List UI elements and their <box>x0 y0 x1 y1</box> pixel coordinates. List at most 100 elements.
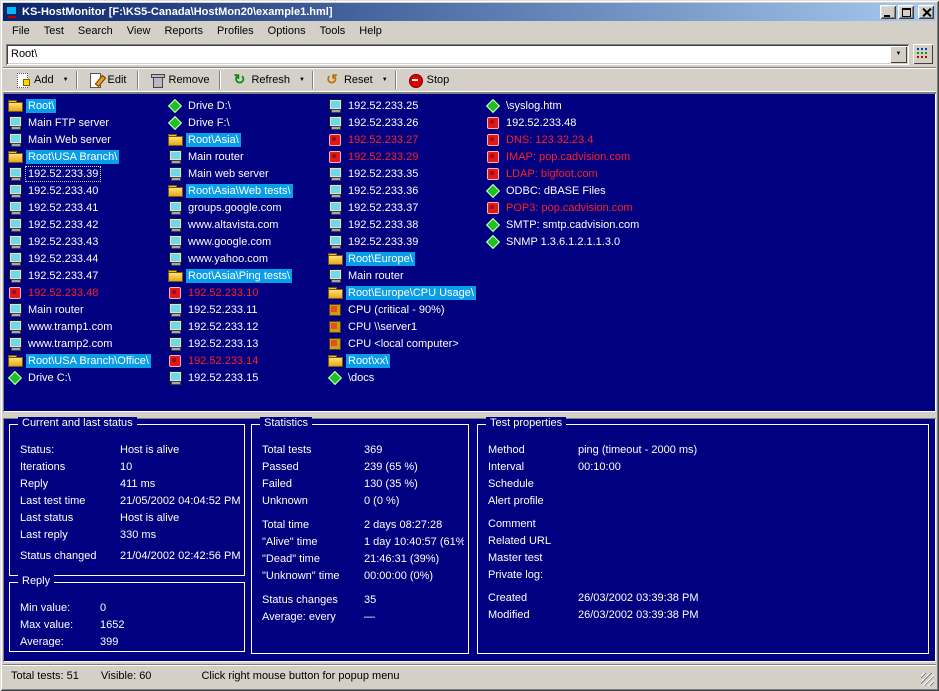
stop-button[interactable]: Stop <box>401 69 456 91</box>
field-row: Methodping (timeout - 2000 ms) <box>488 441 924 458</box>
tree-item[interactable]: 192.52.233.42 <box>5 216 165 233</box>
path-combo-input[interactable] <box>6 44 890 65</box>
tree-item[interactable]: 192.52.233.38 <box>325 216 483 233</box>
tree-item[interactable]: groups.google.com <box>165 199 325 216</box>
resize-grip[interactable] <box>921 673 934 686</box>
remove-button[interactable]: Remove <box>143 69 216 91</box>
chevron-down-icon[interactable]: ▼ <box>379 77 391 83</box>
edit-icon <box>88 72 104 88</box>
tree-folder-item[interactable]: Root\xx\ <box>325 352 483 369</box>
tree-item[interactable]: 192.52.233.26 <box>325 114 483 131</box>
tree-item[interactable]: www.google.com <box>165 233 325 250</box>
menu-item-reports[interactable]: Reports <box>157 23 210 39</box>
tree-item-label: \docs <box>346 371 376 385</box>
menu-item-file[interactable]: File <box>5 23 37 39</box>
tree-item[interactable]: Main router <box>325 267 483 284</box>
tree-item[interactable]: 192.52.233.36 <box>325 182 483 199</box>
menu-item-tools[interactable]: Tools <box>313 23 353 39</box>
menu-item-profiles[interactable]: Profiles <box>210 23 261 39</box>
add-button[interactable]: Add <box>8 69 60 91</box>
tree-item[interactable]: CPU (critical - 90%) <box>325 301 483 318</box>
tree-item[interactable]: Drive F:\ <box>165 114 325 131</box>
tree-item[interactable]: 192.52.233.29 <box>325 148 483 165</box>
chevron-down-icon[interactable]: ▼ <box>296 77 308 83</box>
tree-folder-item[interactable]: Root\Europe\ <box>325 250 483 267</box>
tree-item-label: 192.52.233.11 <box>186 303 260 317</box>
edit-button[interactable]: Edit <box>82 69 133 91</box>
tree-item[interactable]: IMAP: pop.cadvision.com <box>483 148 698 165</box>
tree-item[interactable]: 192.52.233.11 <box>165 301 325 318</box>
tree-item[interactable]: www.yahoo.com <box>165 250 325 267</box>
tree-item[interactable]: 192.52.233.37 <box>325 199 483 216</box>
tree-item-label: 192.52.233.13 <box>186 337 260 351</box>
tree-folder-item[interactable]: Root\Asia\Web tests\ <box>165 182 325 199</box>
tree-item[interactable]: 192.52.233.39 <box>5 165 165 182</box>
tree-folder-item[interactable]: Root\Asia\ <box>165 131 325 148</box>
tree-item[interactable]: Main FTP server <box>5 114 165 131</box>
tree-item[interactable]: 192.52.233.48 <box>5 284 165 301</box>
grid-view-button[interactable] <box>913 44 933 64</box>
tree-item[interactable]: Main Web server <box>5 131 165 148</box>
tree-item[interactable]: Drive C:\ <box>5 369 165 386</box>
tree-item[interactable]: 192.52.233.48 <box>483 114 698 131</box>
tree-item[interactable]: Main web server <box>165 165 325 182</box>
tree-item[interactable]: 192.52.233.40 <box>5 182 165 199</box>
menu-item-test[interactable]: Test <box>37 23 71 39</box>
field-row: Average:399 <box>20 633 240 647</box>
refresh-button[interactable]: ↻Refresh <box>225 69 296 91</box>
tree-item[interactable]: 192.52.233.25 <box>325 97 483 114</box>
tree-item[interactable]: POP3: pop.cadvision.com <box>483 199 698 216</box>
tree-item[interactable]: Drive D:\ <box>165 97 325 114</box>
tree-item[interactable]: www.tramp1.com <box>5 318 165 335</box>
tree-item[interactable]: 192.52.233.44 <box>5 250 165 267</box>
field-label: Min value: <box>20 602 100 614</box>
folder-icon <box>168 269 182 282</box>
tree-folder-item[interactable]: Root\Asia\Ping tests\ <box>165 267 325 284</box>
reset-button[interactable]: ↺Reset <box>318 69 379 91</box>
tree-item[interactable]: CPU \\server1 <box>325 318 483 335</box>
tree-folder-item[interactable]: Root\ <box>5 97 165 114</box>
tree-item[interactable]: 192.52.233.14 <box>165 352 325 369</box>
tree-item[interactable]: LDAP: bigfoot.com <box>483 165 698 182</box>
maximize-icon <box>902 8 911 17</box>
menu-item-options[interactable]: Options <box>261 23 313 39</box>
computer-icon <box>328 218 342 231</box>
menu-item-help[interactable]: Help <box>352 23 389 39</box>
tree-item[interactable]: CPU <local computer> <box>325 335 483 352</box>
tree-item[interactable]: www.altavista.com <box>165 216 325 233</box>
title-bar[interactable]: KS-HostMonitor [F:\KS5-Canada\HostMon20\… <box>3 3 936 21</box>
tree-item[interactable]: 192.52.233.13 <box>165 335 325 352</box>
combo-dropdown-button[interactable]: ▼ <box>890 46 907 63</box>
tree-item[interactable]: 192.52.233.27 <box>325 131 483 148</box>
tree-folder-item[interactable]: Root\USA Branch\Office\ <box>5 352 165 369</box>
tree-item[interactable]: \docs <box>325 369 483 386</box>
chevron-down-icon[interactable]: ▼ <box>60 77 72 83</box>
remove-icon <box>149 72 165 88</box>
menu-item-view[interactable]: View <box>120 23 158 39</box>
tree-item[interactable]: Main router <box>165 148 325 165</box>
tree-item[interactable]: ODBC: dBASE Files <box>483 182 698 199</box>
tree-item[interactable]: Main router <box>5 301 165 318</box>
tree-item[interactable]: 192.52.233.47 <box>5 267 165 284</box>
tree-item[interactable]: \syslog.htm <box>483 97 698 114</box>
tree-folder-item[interactable]: Root\Europe\CPU Usage\ <box>325 284 483 301</box>
maximize-button[interactable] <box>898 5 914 19</box>
close-button[interactable] <box>918 5 934 19</box>
tree-item[interactable]: www.tramp2.com <box>5 335 165 352</box>
field-row: Failed130 (35 %) <box>262 475 464 492</box>
tree-item[interactable]: 192.52.233.15 <box>165 369 325 386</box>
tree-item[interactable]: DNS: 123.32.23.4 <box>483 131 698 148</box>
tree-item[interactable]: 192.52.233.12 <box>165 318 325 335</box>
menu-item-search[interactable]: Search <box>71 23 120 39</box>
path-combobox[interactable]: ▼ <box>6 44 909 65</box>
tree-item[interactable]: SNMP 1.3.6.1.2.1.1.3.0 <box>483 233 698 250</box>
field-row: Status changed21/04/2002 02:42:56 PM <box>20 547 240 564</box>
tree-folder-item[interactable]: Root\USA Branch\ <box>5 148 165 165</box>
minimize-button[interactable] <box>880 5 896 19</box>
tree-item[interactable]: 192.52.233.41 <box>5 199 165 216</box>
tree-item[interactable]: 192.52.233.43 <box>5 233 165 250</box>
tree-item[interactable]: 192.52.233.35 <box>325 165 483 182</box>
tree-item[interactable]: 192.52.233.39 <box>325 233 483 250</box>
tree-item[interactable]: 192.52.233.10 <box>165 284 325 301</box>
tree-item[interactable]: SMTP: smtp.cadvision.com <box>483 216 698 233</box>
